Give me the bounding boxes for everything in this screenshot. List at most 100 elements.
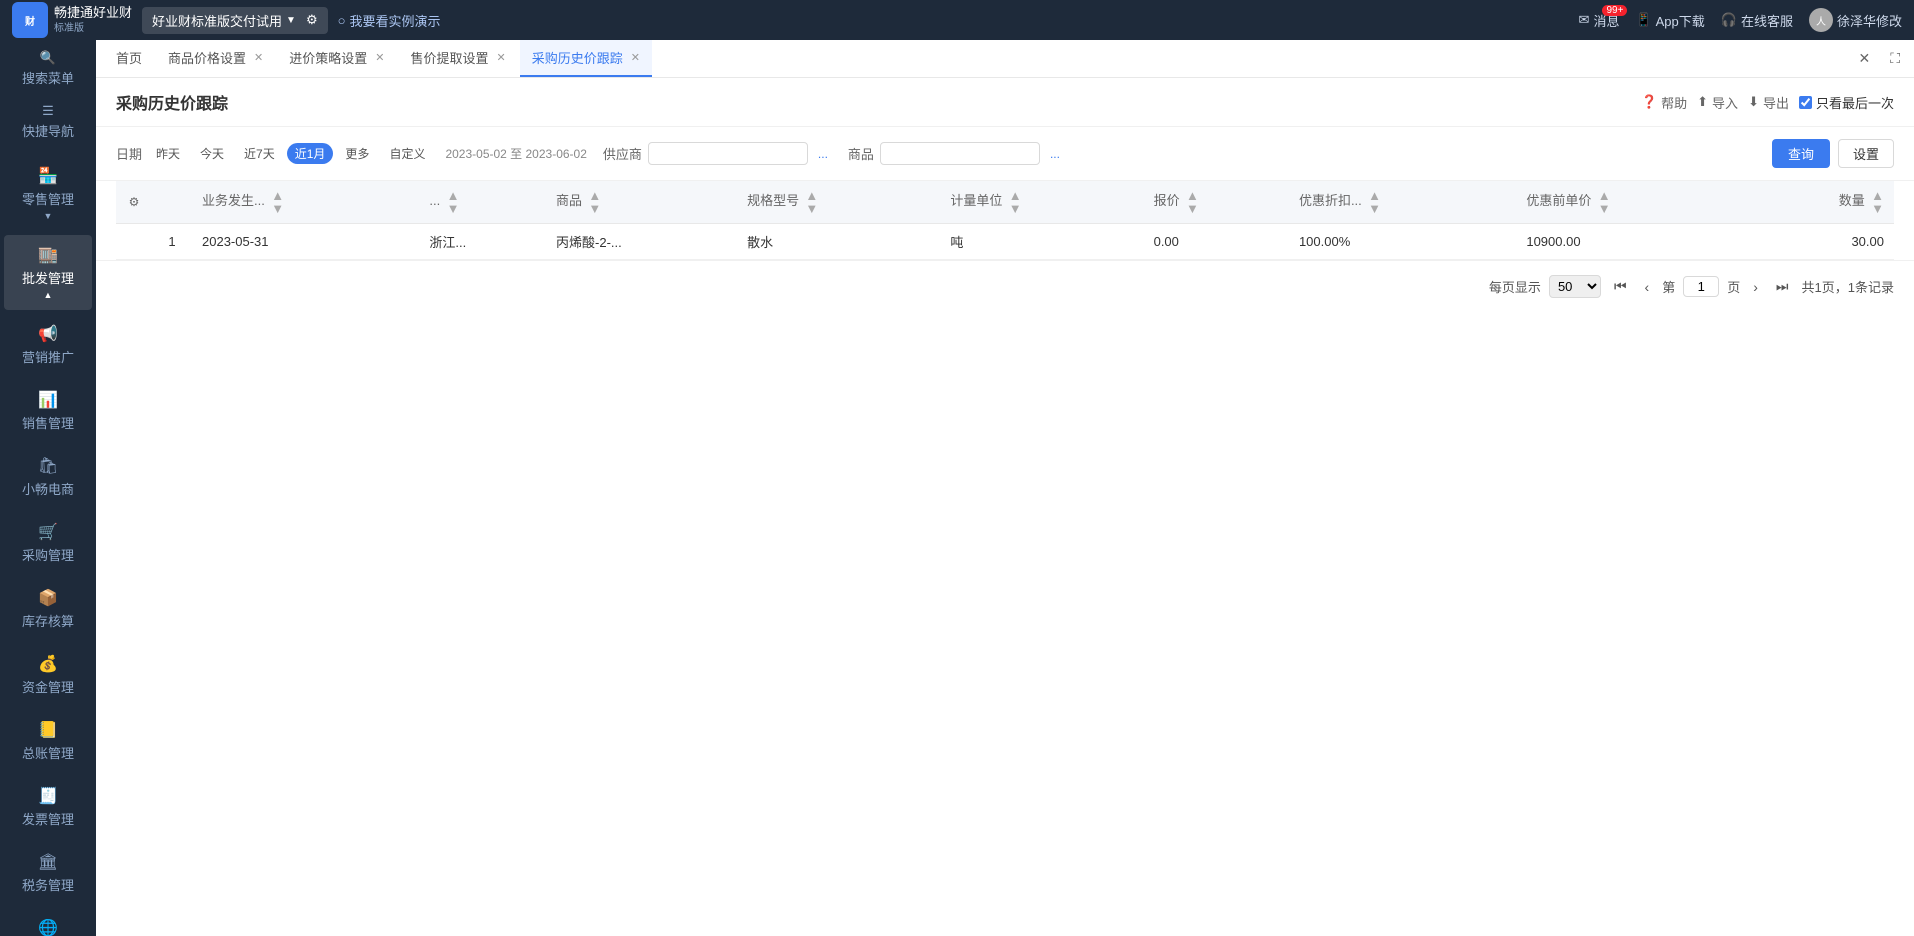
supplier-input[interactable] <box>648 142 808 165</box>
help-button[interactable]: ❓ 帮助 <box>1641 93 1687 112</box>
tab-purchase-history-close[interactable]: ✕ <box>631 51 640 64</box>
version-label: 好业财标准版交付试用 <box>152 11 282 30</box>
query-button[interactable]: 查询 <box>1772 139 1830 168</box>
sidebar-item-purchase[interactable]: 🛒 采购管理 <box>4 512 92 574</box>
col-header-unit[interactable]: 计量单位 ▲▼ <box>940 181 1143 224</box>
dropdown-icon: ▼ <box>286 15 296 26</box>
inventory-icon: 📦 <box>38 588 58 608</box>
sidebar-item-finance[interactable]: 💰 资金管理 <box>4 644 92 706</box>
col-header-pre-discount-price[interactable]: 优惠前单价 ▲▼ <box>1516 181 1748 224</box>
sidebar-search[interactable]: 🔍 搜索菜单 <box>0 40 96 97</box>
page-next-button[interactable]: › <box>1748 277 1763 297</box>
page-last-button[interactable]: ⏭ <box>1771 276 1794 297</box>
goods-more-button[interactable]: ... <box>1046 145 1064 163</box>
sidebar-quick-nav[interactable]: ☰ 快捷导航 <box>0 97 96 146</box>
date-range-display: 2023-05-02 至 2023-06-02 <box>445 145 586 162</box>
sidebar-item-ledger[interactable]: 📒 总账管理 <box>4 710 92 772</box>
row-discount: 100.00% <box>1289 224 1516 260</box>
date-btn-7days[interactable]: 近7天 <box>236 143 283 164</box>
sidebar-item-retail[interactable]: 🏪 零售管理 ▼ <box>4 156 92 231</box>
page-prev-button[interactable]: ‹ <box>1640 277 1655 297</box>
page-label: 第 <box>1662 277 1675 296</box>
tab-close-all-button[interactable]: ✕ <box>1852 48 1876 69</box>
sidebar-item-wholesale[interactable]: 🏬 批发管理 ▲ <box>4 235 92 310</box>
tab-bar: 首页 商品价格设置 ✕ 进价策略设置 ✕ 售价提取设置 ✕ 采购历史价跟踪 ✕ … <box>96 40 1914 78</box>
date-buttons: 昨天 今天 近7天 近1月 更多 自定义 <box>148 143 433 164</box>
col-header-qty[interactable]: 数量 ▲▼ <box>1749 181 1894 224</box>
tab-bar-actions: ✕ ⛶ <box>1852 48 1906 69</box>
only-last-checkbox-group[interactable]: 只看最后一次 <box>1799 93 1894 112</box>
import-button[interactable]: ⬆ 导入 <box>1697 93 1738 112</box>
date-btn-custom[interactable]: 自定义 <box>381 143 433 164</box>
version-selector[interactable]: 好业财标准版交付试用 ▼ ⚙ <box>142 7 328 34</box>
col-header-discount[interactable]: 优惠折扣... ▲▼ <box>1289 181 1516 224</box>
app-download-button[interactable]: 📱 App下载 <box>1635 11 1704 30</box>
supplier-more-button[interactable]: ... <box>814 145 832 163</box>
main-layout: 🔍 搜索菜单 ☰ 快捷导航 🏪 零售管理 ▼ 🏬 批发管理 ▲ 📢 营销推广 📊… <box>0 40 1914 936</box>
sidebar-item-ecommerce-small[interactable]: 🛍 小畅电商 <box>4 446 92 508</box>
sort-icon-qty: ▲▼ <box>1871 189 1884 215</box>
goods-input[interactable] <box>880 142 1040 165</box>
app-download-label: App下载 <box>1656 11 1705 30</box>
per-page-select[interactable]: 50 10 20 100 <box>1549 275 1601 298</box>
only-last-checkbox[interactable] <box>1799 96 1812 109</box>
row-quote: 0.00 <box>1144 224 1289 260</box>
col-header-spec[interactable]: 规格型号 ▲▼ <box>737 181 940 224</box>
gear-icon[interactable]: ⚙ <box>306 12 318 28</box>
date-btn-1month[interactable]: 近1月 <box>287 143 334 164</box>
sidebar-item-sales[interactable]: 📊 销售管理 <box>4 380 92 442</box>
sidebar-item-marketing[interactable]: 📢 营销推广 <box>4 314 92 376</box>
retail-icon: 🏪 <box>38 166 58 186</box>
demo-link[interactable]: ○ 我要看实例演示 <box>338 11 441 30</box>
row-goods: 丙烯酸-2-... <box>546 224 737 260</box>
row-no: 1 <box>152 224 192 260</box>
invoice-icon: 🧾 <box>38 786 58 806</box>
tab-purchase-strategy-close[interactable]: ✕ <box>375 51 384 64</box>
search-icon: 🔍 <box>40 50 56 66</box>
nav-icon: ☰ <box>42 103 54 119</box>
date-btn-yesterday[interactable]: 昨天 <box>148 143 188 164</box>
col-header-settings[interactable]: ⚙ <box>116 181 152 224</box>
tab-purchase-strategy[interactable]: 进价策略设置 ✕ <box>277 40 396 77</box>
page-input[interactable] <box>1683 276 1719 297</box>
col-header-more[interactable]: ... ▲▼ <box>419 181 546 224</box>
sidebar: 🔍 搜索菜单 ☰ 快捷导航 🏪 零售管理 ▼ 🏬 批发管理 ▲ 📢 营销推广 📊… <box>0 40 96 936</box>
tab-price[interactable]: 商品价格设置 ✕ <box>156 40 275 77</box>
sidebar-item-inventory[interactable]: 📦 库存核算 <box>4 578 92 640</box>
row-biz-date: 2023-05-31 <box>192 224 419 260</box>
tab-price-close[interactable]: ✕ <box>254 51 263 64</box>
messages-button[interactable]: ✉ 消息 99+ <box>1579 11 1620 30</box>
message-icon: ✉ <box>1579 12 1590 28</box>
user-info[interactable]: 人 徐泽华修改 <box>1809 8 1902 32</box>
date-btn-more[interactable]: 更多 <box>337 143 377 164</box>
tab-sale-extract-close[interactable]: ✕ <box>497 51 506 64</box>
per-page-label: 每页显示 <box>1489 277 1541 296</box>
col-header-goods[interactable]: 商品 ▲▼ <box>546 181 737 224</box>
tab-purchase-history[interactable]: 采购历史价跟踪 ✕ <box>520 40 652 77</box>
row-settings <box>116 224 152 260</box>
sort-icon-biz-date: ▲▼ <box>271 189 284 215</box>
col-header-biz-date[interactable]: 业务发生... ▲▼ <box>192 181 419 224</box>
row-spec: 散水 <box>737 224 940 260</box>
sidebar-item-ecommerce[interactable]: 🌐 电商管理 <box>4 908 92 936</box>
date-btn-today[interactable]: 今天 <box>192 143 232 164</box>
sidebar-item-invoice[interactable]: 🧾 发票管理 <box>4 776 92 838</box>
settings-button[interactable]: 设置 <box>1838 139 1894 168</box>
avatar: 人 <box>1809 8 1833 32</box>
row-pre-discount-price: 10900.00 <box>1516 224 1748 260</box>
filter-actions: 查询 设置 <box>1772 139 1894 168</box>
goods-label: 商品 <box>848 144 874 163</box>
col-header-quote[interactable]: 报价 ▲▼ <box>1144 181 1289 224</box>
row-unit: 吨 <box>940 224 1143 260</box>
page-first-button[interactable]: ⏮ <box>1609 276 1632 297</box>
demo-icon: ○ <box>338 13 346 28</box>
col-header-no <box>152 181 192 224</box>
tab-home[interactable]: 首页 <box>104 40 154 77</box>
export-button[interactable]: ⬇ 导出 <box>1748 93 1789 112</box>
sidebar-item-tax[interactable]: 🏛 税务管理 <box>4 842 92 904</box>
online-service-button[interactable]: 🎧 在线客服 <box>1721 11 1793 30</box>
tab-maximize-button[interactable]: ⛶ <box>1884 48 1906 69</box>
wholesale-icon: 🏬 <box>38 245 58 265</box>
logo-icon: 财 <box>12 2 48 38</box>
tab-sale-extract[interactable]: 售价提取设置 ✕ <box>398 40 517 77</box>
